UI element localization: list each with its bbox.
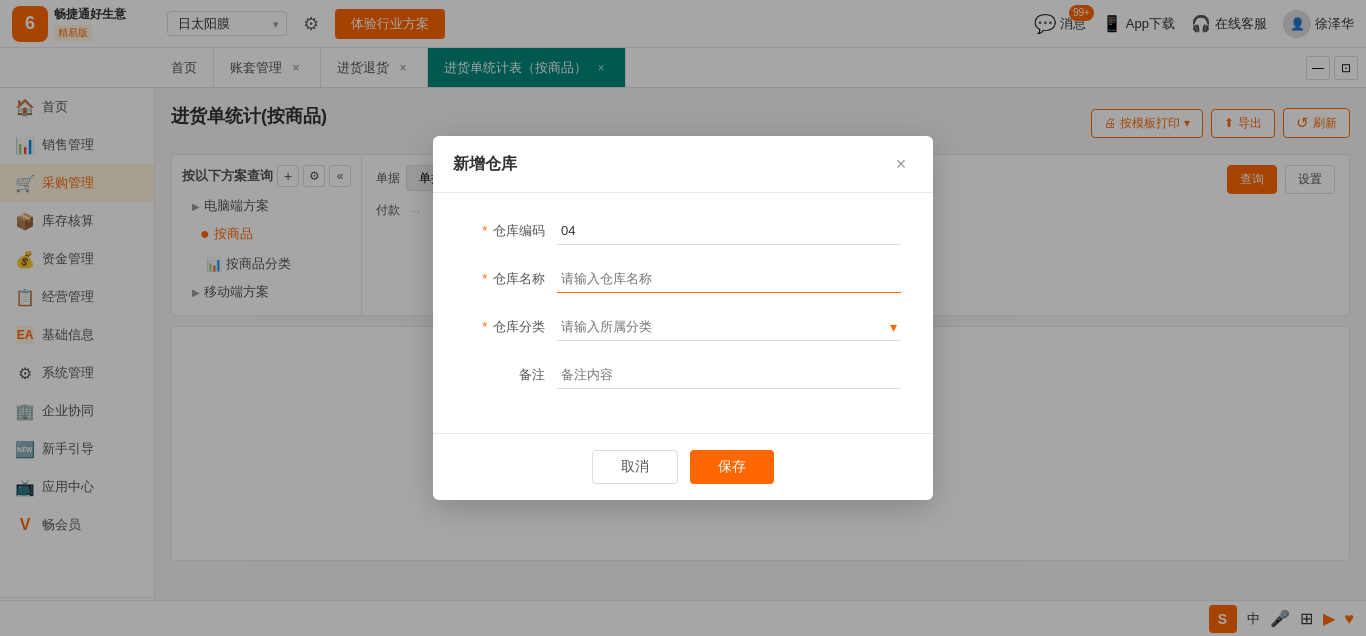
- cancel-button[interactable]: 取消: [592, 450, 678, 484]
- modal-title: 新增仓库: [453, 154, 517, 175]
- code-input[interactable]: [557, 217, 901, 245]
- form-row-category: * 仓库分类 ▾: [465, 313, 901, 341]
- modal-close-button[interactable]: ×: [889, 152, 913, 176]
- modal-footer: 取消 保存: [433, 433, 933, 500]
- note-input[interactable]: [557, 361, 901, 389]
- required-star: *: [482, 223, 487, 238]
- name-input[interactable]: [557, 265, 901, 293]
- note-label: 备注: [465, 366, 545, 384]
- form-row-note: 备注: [465, 361, 901, 389]
- category-input[interactable]: [557, 313, 890, 340]
- required-star-name: *: [482, 271, 487, 286]
- required-star-cat: *: [482, 319, 487, 334]
- category-select-wrap: ▾: [557, 313, 901, 341]
- name-label: * 仓库名称: [465, 270, 545, 288]
- category-label: * 仓库分类: [465, 318, 545, 336]
- form-row-code: * 仓库编码: [465, 217, 901, 245]
- code-label: * 仓库编码: [465, 222, 545, 240]
- category-dropdown-icon: ▾: [890, 319, 901, 335]
- form-row-name: * 仓库名称: [465, 265, 901, 293]
- save-button[interactable]: 保存: [690, 450, 774, 484]
- modal-header: 新增仓库 ×: [433, 136, 933, 193]
- new-warehouse-modal: 新增仓库 × * 仓库编码 * 仓库名称 * 仓库分类: [433, 136, 933, 500]
- modal-body: * 仓库编码 * 仓库名称 * 仓库分类 ▾: [433, 193, 933, 433]
